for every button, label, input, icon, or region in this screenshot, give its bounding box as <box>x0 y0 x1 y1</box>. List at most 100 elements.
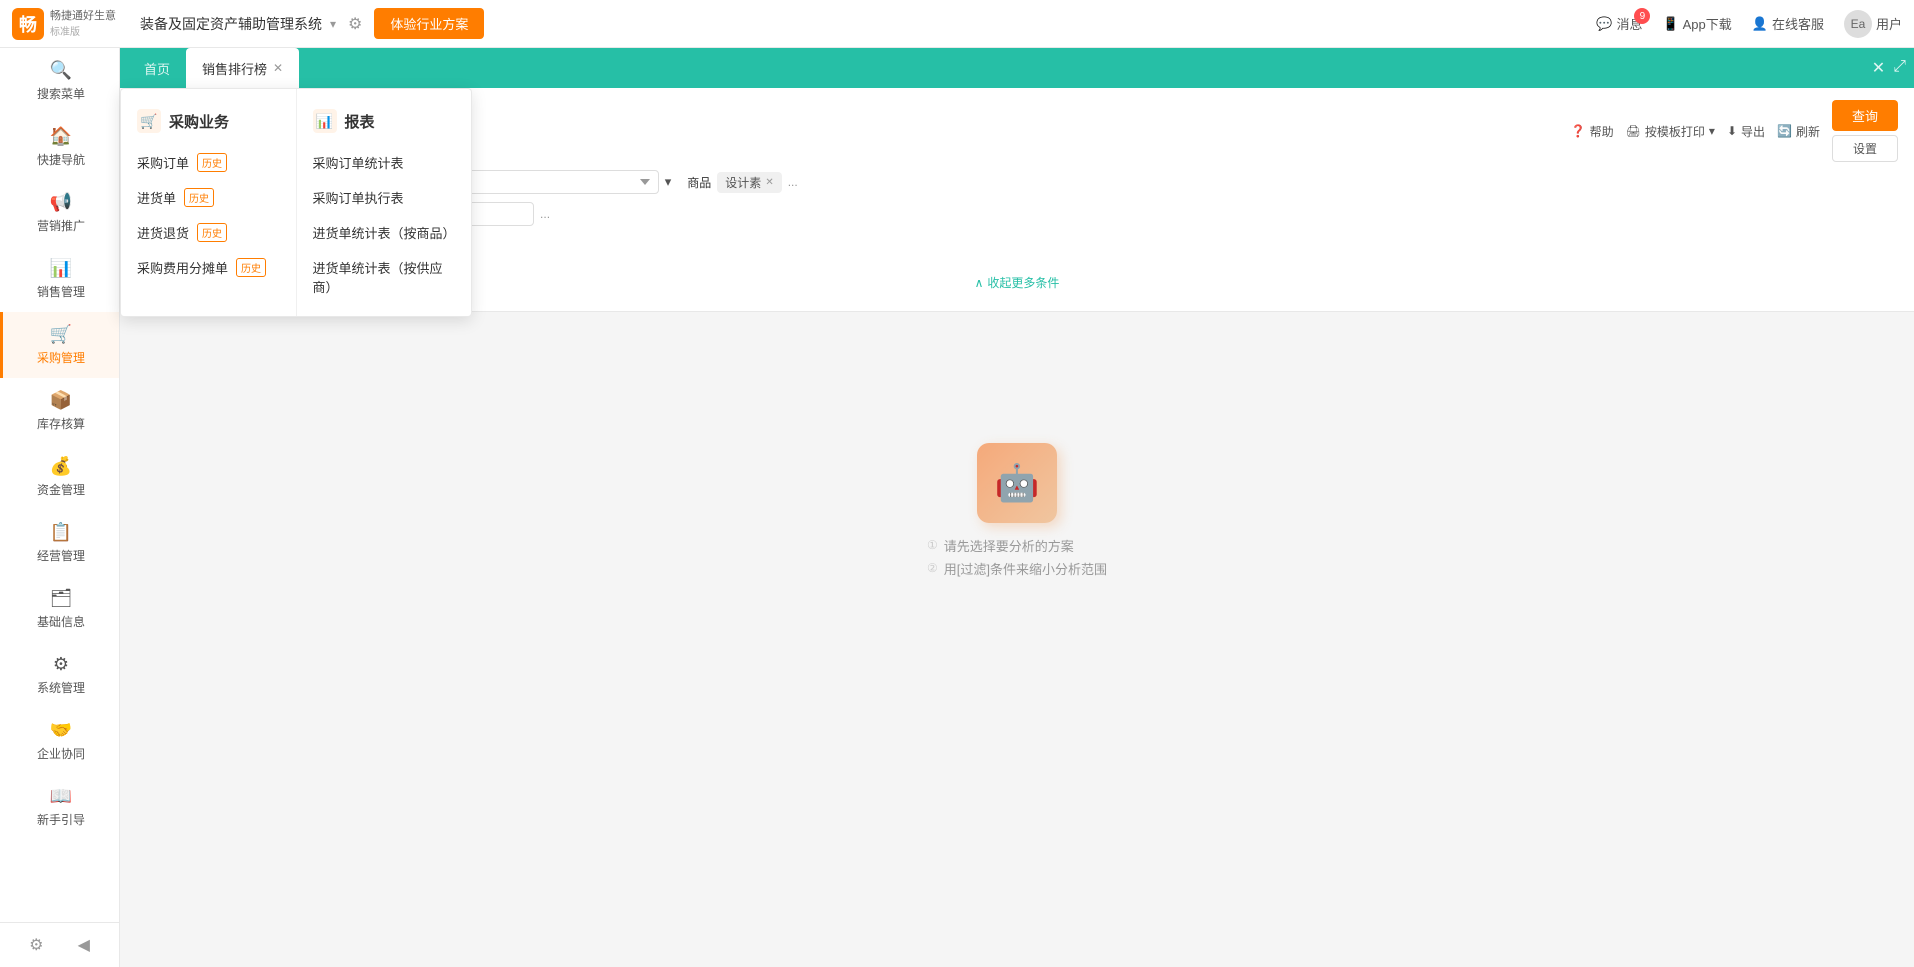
tab-window-close-icon[interactable]: ✕ <box>1872 58 1885 78</box>
salesperson-more[interactable]: ... <box>540 207 550 221</box>
help-label: 帮助 <box>1590 123 1614 140</box>
goods-receipt-label: 进货单 <box>137 188 176 207</box>
print-icon: 🖨 <box>1626 124 1641 138</box>
app-icon: 📱 <box>1662 16 1678 32</box>
topbar-right: 💬 消息 9 📱 App下载 👤 在线客服 Ea 用户 <box>1596 10 1902 38</box>
logo-area: 畅 畅捷通好生意 标准版 <box>12 8 132 40</box>
purchase-dropdown-menu: 🛒 采购业务 采购订单 历史 进货单 历史 进货退货 历史 采购费用分摊单 历史… <box>120 88 472 317</box>
sidebar-item-basic[interactable]: 🗂 基础信息 <box>0 576 119 642</box>
marketing-icon: 📢 <box>50 192 72 213</box>
sidebar-item-operation[interactable]: 📋 经营管理 <box>0 510 119 576</box>
menu-item-receipt-stat-goods[interactable]: 进货单统计表（按商品） <box>297 215 472 250</box>
query-btn[interactable]: 查询 <box>1832 100 1898 131</box>
menu-item-goods-return[interactable]: 进货退货 历史 <box>121 215 296 250</box>
export-icon: ⬇ <box>1727 124 1737 138</box>
sidebar-item-system[interactable]: ⚙ 系统管理 <box>0 642 119 708</box>
sidebar-item-inventory[interactable]: 📦 库存核算 <box>0 378 119 444</box>
sidebar-label-newbie: 新手引导 <box>37 811 85 828</box>
purchase-right-header: 📊 报表 <box>297 101 472 145</box>
sidebar-item-nav[interactable]: 🏠 快捷导航 <box>0 114 119 180</box>
tip-text-1: 请先选择要分析的方案 <box>944 535 1074 558</box>
tab-bar-right: ✕ ⤢ <box>1872 58 1906 78</box>
tab-home[interactable]: 首页 <box>128 48 186 88</box>
menu-item-order-exec[interactable]: 采购订单执行表 <box>297 180 472 215</box>
service-icon: 👤 <box>1752 16 1768 32</box>
topbar-app[interactable]: 📱 App下载 <box>1662 14 1731 33</box>
sidebar-label-sales: 销售管理 <box>37 283 85 300</box>
sidebar-bottom: ⚙ ◀ <box>0 922 119 967</box>
goods-receipt-hist: 历史 <box>184 188 214 207</box>
sidebar-item-newbie[interactable]: 📖 新手引导 <box>0 774 119 840</box>
operation-icon: 📋 <box>50 522 72 543</box>
export-btn[interactable]: ⬇ 导出 <box>1727 123 1765 140</box>
sidebar-collapse-btn[interactable]: ◀ <box>78 935 90 955</box>
print-label: 按模板打印 <box>1645 123 1705 140</box>
topbar-service[interactable]: 👤 在线客服 <box>1752 14 1824 33</box>
purchase-right-header-label: 报表 <box>345 111 375 132</box>
goods-return-label: 进货退货 <box>137 223 189 242</box>
menu-item-receipt-stat-supplier[interactable]: 进货单统计表（按供应商） <box>297 250 472 304</box>
expense-alloc-label: 采购费用分摊单 <box>137 258 228 277</box>
sidebar-item-purchase[interactable]: 🛒 采购管理 <box>0 312 119 378</box>
service-label: 在线客服 <box>1772 14 1824 33</box>
sidebar-label-purchase: 采购管理 <box>37 349 85 366</box>
sidebar-label-search: 搜索菜单 <box>37 85 85 102</box>
help-btn[interactable]: ❓ 帮助 <box>1571 123 1614 140</box>
purchase-left-header-label: 采购业务 <box>169 111 229 132</box>
tab-close-icon[interactable]: ✕ <box>273 61 283 75</box>
refresh-label: 刷新 <box>1796 123 1820 140</box>
purchase-left-col: 🛒 采购业务 采购订单 历史 进货单 历史 进货退货 历史 采购费用分摊单 历史 <box>121 89 296 316</box>
goods-return-hist: 历史 <box>197 223 227 242</box>
topbar-msg[interactable]: 💬 消息 9 <box>1596 14 1642 33</box>
menu-item-order-stat[interactable]: 采购订单统计表 <box>297 145 472 180</box>
sidebar-item-finance[interactable]: 💰 资金管理 <box>0 444 119 510</box>
goods-tag-close[interactable]: ✕ <box>765 177 773 188</box>
industry-btn[interactable]: 体验行业方案 <box>374 8 484 39</box>
enterprise-icon: 🤝 <box>50 720 72 741</box>
tab-sales-rank[interactable]: 销售排行榜 ✕ <box>186 48 299 88</box>
finance-icon: 💰 <box>50 456 72 477</box>
menu-item-expense-alloc[interactable]: 采购费用分摊单 历史 <box>121 250 296 285</box>
menu-item-purchase-order[interactable]: 采购订单 历史 <box>121 145 296 180</box>
print-arrow: ▾ <box>1709 124 1715 138</box>
basic-icon: 🗂 <box>50 588 73 609</box>
tab-bar: 首页 销售排行榜 ✕ ✕ ⤢ <box>120 48 1914 88</box>
menu-item-goods-receipt[interactable]: 进货单 历史 <box>121 180 296 215</box>
topbar-user[interactable]: Ea 用户 <box>1844 10 1902 38</box>
print-btn[interactable]: 🖨 按模板打印 ▾ <box>1626 123 1715 140</box>
collapse-label: 收起更多条件 <box>987 274 1059 291</box>
sidebar-label-enterprise: 企业协同 <box>37 745 85 762</box>
sidebar-label-marketing: 营销推广 <box>37 217 85 234</box>
tip-num-2: ② <box>927 558 938 580</box>
sidebar-label-basic: 基础信息 <box>37 613 85 630</box>
search-icon: 🔍 <box>50 60 72 81</box>
settings-btn[interactable]: 设置 <box>1832 135 1898 162</box>
sidebar-settings-btn[interactable]: ⚙ <box>29 935 43 955</box>
purchase-left-header: 🛒 采购业务 <box>121 101 296 145</box>
empty-illustration: 🤖 ① 请先选择要分析的方案 ② 用[过滤]条件来缩小分析范围 <box>927 443 1107 582</box>
sidebar-item-marketing[interactable]: 📢 营销推广 <box>0 180 119 246</box>
goods-more[interactable]: ... <box>788 175 798 189</box>
sidebar-item-search[interactable]: 🔍 搜索菜单 <box>0 48 119 114</box>
app-label: App下载 <box>1683 14 1732 33</box>
user-initial: Ea <box>1851 17 1866 31</box>
purchase-right-header-icon: 📊 <box>313 109 337 133</box>
status-select[interactable] <box>459 170 659 194</box>
data-area: 🤖 ① 请先选择要分析的方案 ② 用[过滤]条件来缩小分析范围 <box>120 312 1914 712</box>
receipt-stat-goods-label: 进货单统计表（按商品） <box>313 223 456 242</box>
sidebar-item-sales[interactable]: 📊 销售管理 <box>0 246 119 312</box>
msg-icon: 💬 <box>1596 16 1612 32</box>
sidebar-label-inventory: 库存核算 <box>37 415 85 432</box>
refresh-btn[interactable]: 🔄 刷新 <box>1777 123 1820 140</box>
tab-home-label: 首页 <box>144 59 170 78</box>
sys-title-arrow[interactable]: ▾ <box>330 17 336 31</box>
order-exec-label: 采购订单执行表 <box>313 188 404 207</box>
purchase-icon: 🛒 <box>50 324 72 345</box>
sidebar-item-enterprise[interactable]: 🤝 企业协同 <box>0 708 119 774</box>
newbie-icon: 📖 <box>50 786 72 807</box>
logo-icon: 畅 <box>12 8 44 40</box>
topbar-settings-icon[interactable]: ⚙ <box>348 14 362 34</box>
tab-expand-icon[interactable]: ⤢ <box>1893 58 1906 78</box>
sidebar-label-operation: 经营管理 <box>37 547 85 564</box>
tip-num-1: ① <box>927 535 938 557</box>
